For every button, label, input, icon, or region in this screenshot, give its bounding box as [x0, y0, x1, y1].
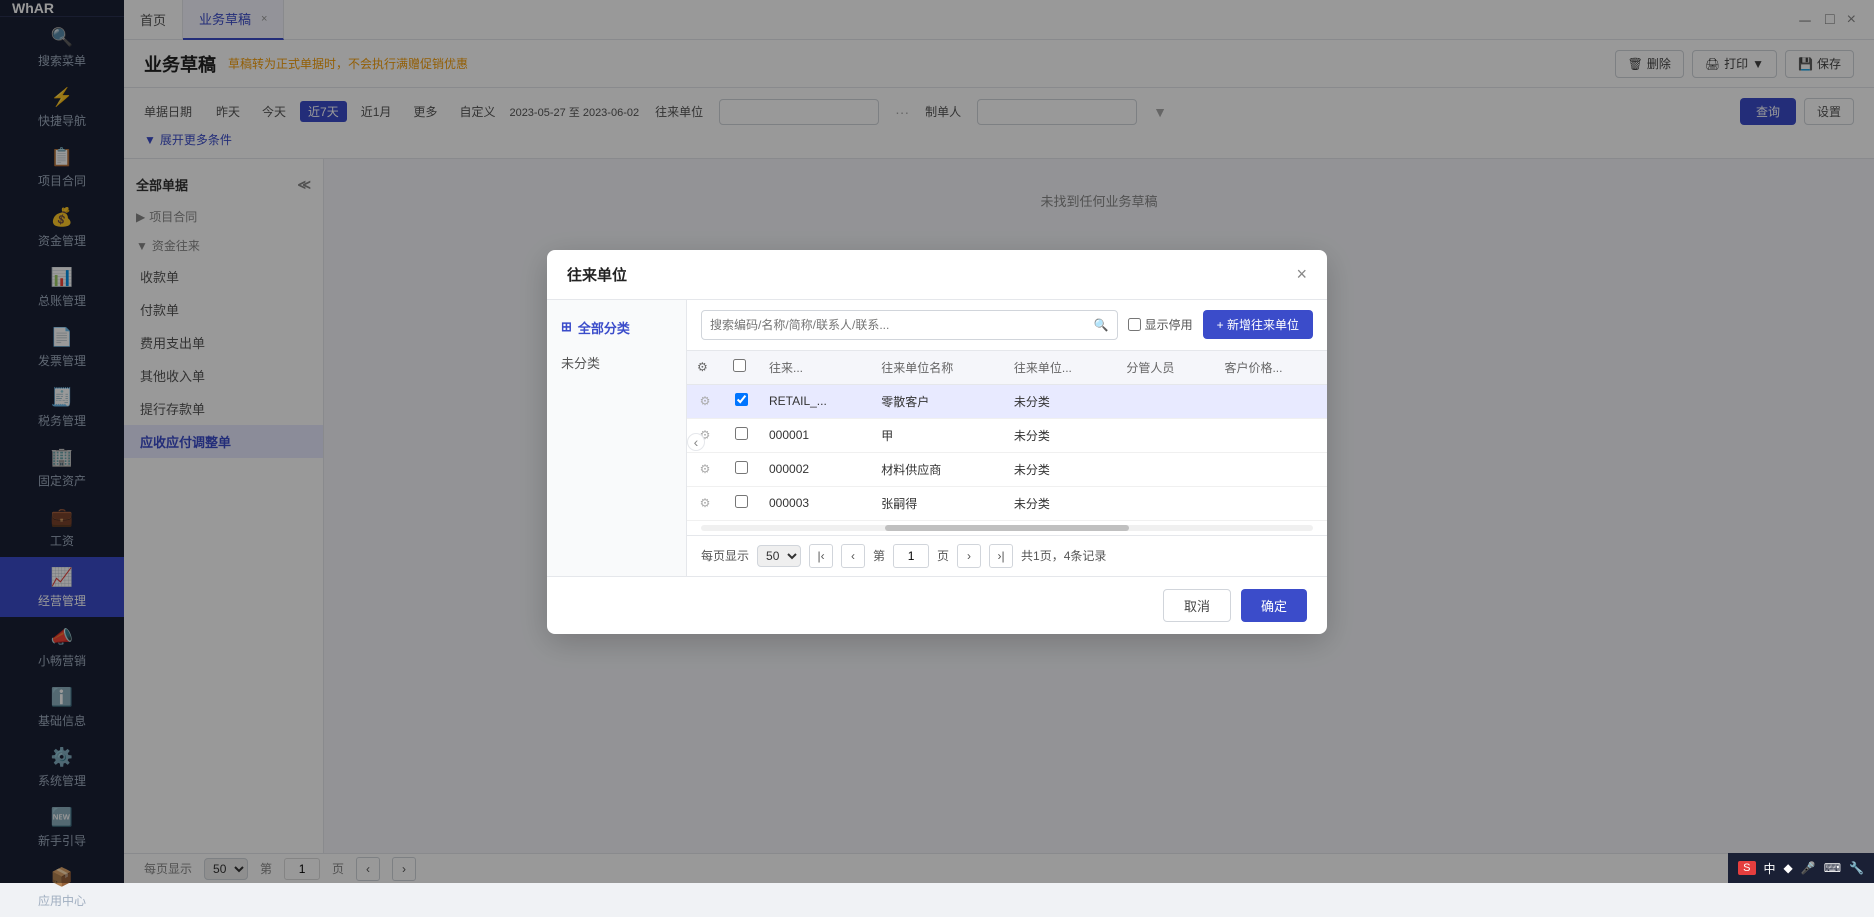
per-page-label: 每页显示	[701, 547, 749, 564]
table-row[interactable]: ⚙ 000003 张嗣得 未分类	[687, 486, 1327, 520]
row-checkbox[interactable]	[723, 384, 759, 418]
row-name: 张嗣得	[871, 486, 1004, 520]
add-partner-button[interactable]: + 新增往来单位	[1203, 310, 1313, 339]
col-category-header: 往来单位...	[1004, 351, 1117, 385]
table-row[interactable]: ⚙ RETAIL_... 零散客户 未分类	[687, 384, 1327, 418]
dialog-category-unclassified[interactable]: 未分类	[547, 345, 686, 380]
page-number-input[interactable]	[893, 544, 929, 568]
page-unit-label: 页	[937, 547, 949, 564]
page-word: 第	[873, 547, 885, 564]
dialog-pagination: 每页显示 50 |‹ ‹ 第 页 › ›| 共1页，4条记录	[687, 535, 1327, 576]
row-setting[interactable]: ⚙	[687, 452, 723, 486]
table-row[interactable]: ⚙ 000002 材料供应商 未分类	[687, 452, 1327, 486]
prev-page-btn[interactable]: ‹	[841, 544, 865, 568]
per-page-select[interactable]: 50	[757, 545, 801, 567]
select-all-checkbox[interactable]	[733, 359, 746, 372]
row-setting[interactable]: ⚙	[687, 486, 723, 520]
modal-overlay: 往来单位 × ⊞ 全部分类 未分类 ‹	[0, 0, 1874, 883]
dialog-right-panel: 🔍 显示停用 + 新增往来单位 ⚙	[687, 300, 1327, 576]
row-manager	[1116, 486, 1214, 520]
confirm-button[interactable]: 确定	[1241, 589, 1307, 622]
dialog-header: 往来单位 ×	[547, 250, 1327, 300]
dialog-search-input[interactable]	[710, 318, 1094, 332]
dialog-scrollbar[interactable]	[701, 525, 1313, 531]
cancel-button[interactable]: 取消	[1163, 589, 1231, 622]
row-price	[1214, 486, 1327, 520]
row-category: 未分类	[1004, 486, 1117, 520]
dialog-search-box: 🔍	[701, 310, 1118, 340]
dialog-toolbar: 🔍 显示停用 + 新增往来单位	[687, 300, 1327, 351]
tray-settings-icon[interactable]: 🔧	[1849, 861, 1864, 875]
row-code: 000002	[759, 452, 871, 486]
col-setting-header[interactable]: ⚙	[687, 351, 723, 385]
row-price	[1214, 452, 1327, 486]
show-disabled-label[interactable]: 显示停用	[1128, 316, 1193, 333]
system-tray: S 中 ◆ 🎤 ⌨ 🔧	[1728, 853, 1874, 883]
row-manager	[1116, 384, 1214, 418]
sidebar-item-label: 应用中心	[38, 892, 86, 909]
dialog-title: 往来单位	[567, 264, 627, 285]
row-checkbox[interactable]	[723, 418, 759, 452]
left-panel-collapse-icon[interactable]: ‹	[687, 433, 705, 451]
row-category: 未分类	[1004, 452, 1117, 486]
tray-dot-icon: ◆	[1784, 861, 1793, 875]
search-icon: 🔍	[1094, 318, 1109, 332]
dialog-scrollbar-thumb	[885, 525, 1130, 531]
dialog-partner: 往来单位 × ⊞ 全部分类 未分类 ‹	[547, 250, 1327, 634]
dialog-left-panel: ⊞ 全部分类 未分类 ‹	[547, 300, 687, 576]
dialog-close-button[interactable]: ×	[1296, 264, 1307, 285]
row-code: 000003	[759, 486, 871, 520]
row-code: 000001	[759, 418, 871, 452]
table-row[interactable]: ⚙ 000001 甲 未分类	[687, 418, 1327, 452]
dialog-category-all[interactable]: ⊞ 全部分类	[547, 310, 686, 345]
row-category: 未分类	[1004, 418, 1117, 452]
row-category: 未分类	[1004, 384, 1117, 418]
row-price	[1214, 418, 1327, 452]
row-manager	[1116, 418, 1214, 452]
dialog-body: ⊞ 全部分类 未分类 ‹ 🔍 显示停用	[547, 300, 1327, 576]
col-checkbox-header[interactable]	[723, 351, 759, 385]
row-name: 甲	[871, 418, 1004, 452]
dialog-footer: 取消 确定	[547, 576, 1327, 634]
first-page-btn[interactable]: |‹	[809, 544, 833, 568]
tray-lang-icon[interactable]: 中	[1764, 860, 1776, 877]
next-page-btn[interactable]: ›	[957, 544, 981, 568]
tray-keyboard-icon[interactable]: ⌨	[1824, 861, 1841, 875]
category-grid-icon: ⊞	[561, 319, 572, 335]
row-price	[1214, 384, 1327, 418]
row-name: 零散客户	[871, 384, 1004, 418]
row-name: 材料供应商	[871, 452, 1004, 486]
col-code-header: 往来...	[759, 351, 871, 385]
row-setting[interactable]: ⚙	[687, 384, 723, 418]
show-disabled-checkbox[interactable]	[1128, 318, 1141, 331]
col-price-header: 客户价格...	[1214, 351, 1327, 385]
row-checkbox[interactable]	[723, 486, 759, 520]
tray-logo-icon: S	[1738, 861, 1755, 875]
total-info: 共1页，4条记录	[1021, 547, 1106, 564]
row-code: RETAIL_...	[759, 384, 871, 418]
dialog-data-table: ⚙ 往来... 往来单位名称 往来单位... 分管人员 客户价格... ⚙	[687, 351, 1327, 521]
col-manager-header: 分管人员	[1116, 351, 1214, 385]
last-page-btn[interactable]: ›|	[989, 544, 1013, 568]
col-name-header: 往来单位名称	[871, 351, 1004, 385]
tray-mic-icon[interactable]: 🎤	[1801, 861, 1816, 875]
row-checkbox[interactable]	[723, 452, 759, 486]
row-manager	[1116, 452, 1214, 486]
